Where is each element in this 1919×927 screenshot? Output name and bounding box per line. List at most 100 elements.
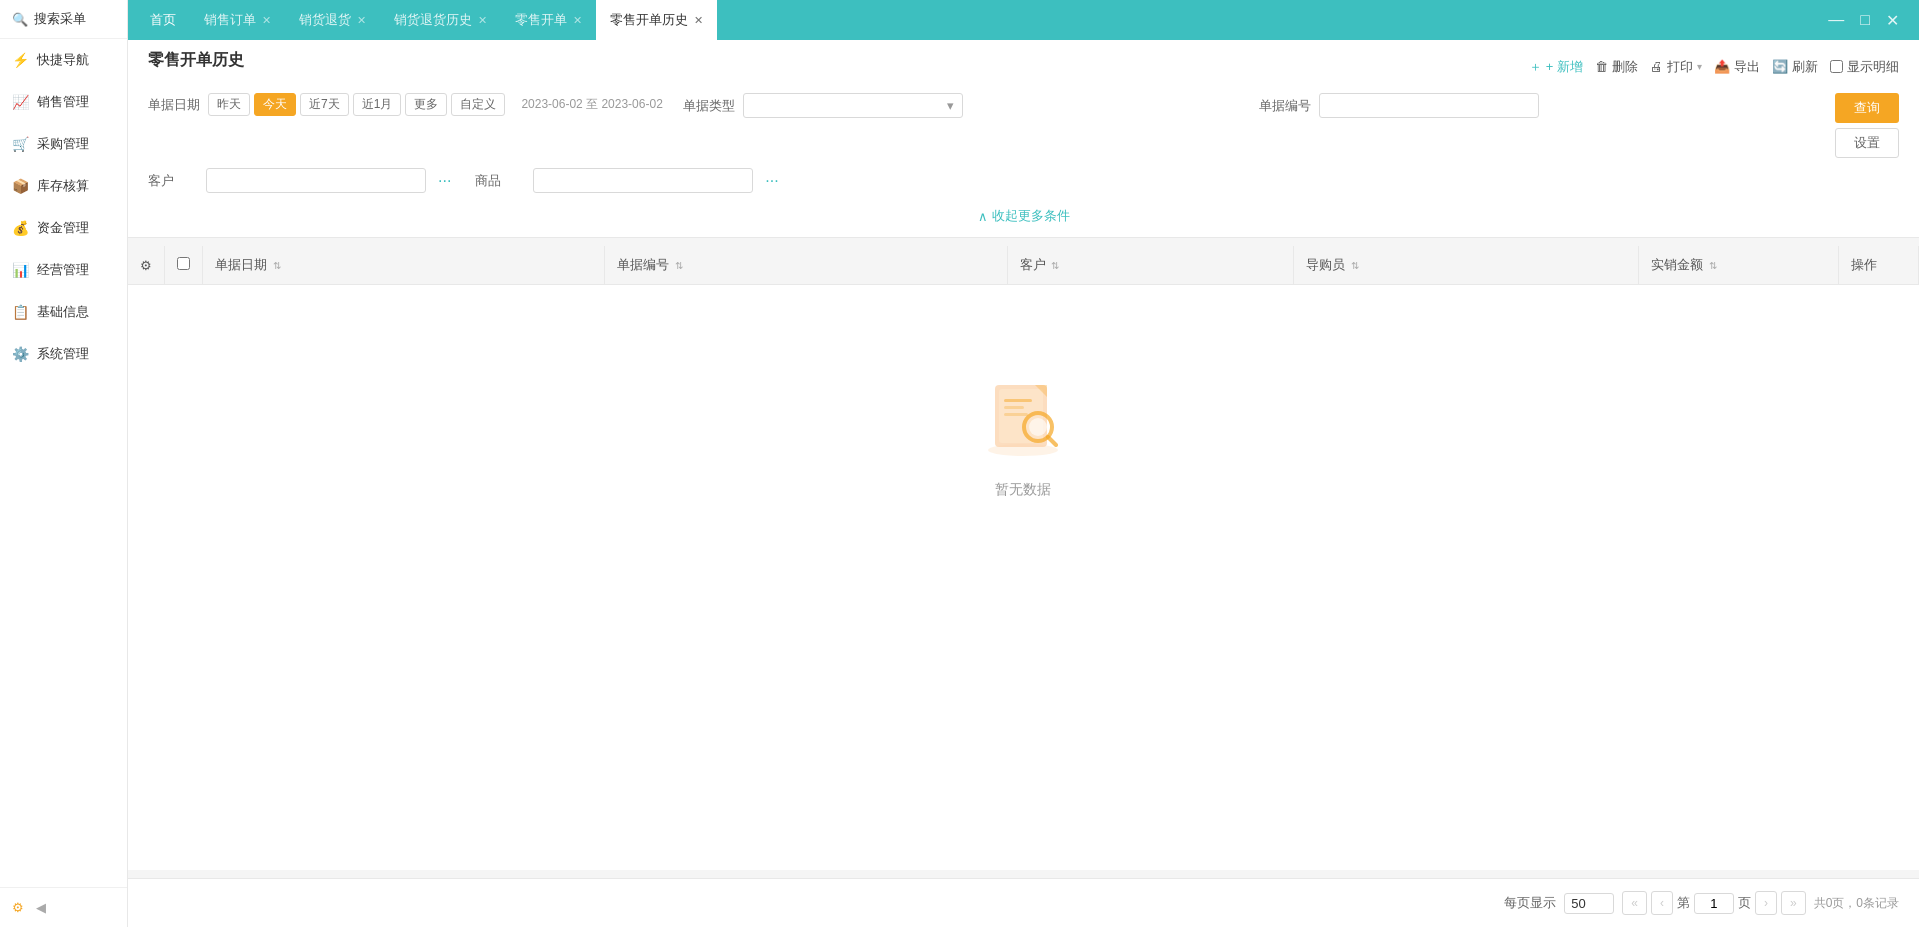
retail-history-tab-label: 零售开单历史 (610, 11, 688, 29)
close-sales-return-history-icon[interactable]: ✕ (478, 14, 487, 27)
filter-goods-input[interactable] (533, 168, 753, 193)
per-page-select[interactable]: 50 10 20 100 (1564, 893, 1614, 914)
first-page-button[interactable]: « (1622, 891, 1647, 915)
current-page-input[interactable] (1694, 893, 1734, 914)
query-button[interactable]: 查询 (1835, 93, 1899, 123)
filter-date-item: 单据日期 昨天 今天 近7天 近1月 更多 自定义 2023-06-02 至 2… (148, 93, 663, 116)
sales-order-tab-label: 销售订单 (204, 11, 256, 29)
close-sales-return-icon[interactable]: ✕ (357, 14, 366, 27)
sidebar-item-system[interactable]: ⚙️ 系统管理 (0, 333, 127, 375)
tab-sales-order[interactable]: 销售订单 ✕ (190, 0, 285, 40)
tab-sales-return-history[interactable]: 销货退货历史 ✕ (380, 0, 501, 40)
sidebar: 🔍 搜索采单 ⚡ 快捷导航 📈 销售管理 🛒 采购管理 📦 库存核算 💰 资金管… (0, 0, 128, 927)
refresh-button[interactable]: 🔄 刷新 (1772, 58, 1818, 76)
window-maximize-icon[interactable]: □ (1856, 7, 1874, 33)
th-customer[interactable]: 客户 ⇅ (1007, 246, 1294, 285)
export-button[interactable]: 📤 导出 (1714, 58, 1760, 76)
page-prefix-label: 第 (1677, 894, 1690, 912)
goods-picker-icon[interactable]: ··· (761, 172, 782, 190)
th-doc-no-label: 单据编号 (617, 257, 669, 272)
th-doc-date-label: 单据日期 (215, 257, 267, 272)
prev-page-button[interactable]: ‹ (1651, 891, 1673, 915)
date-btn-7days[interactable]: 近7天 (300, 93, 349, 116)
th-action-label: 操作 (1851, 257, 1877, 272)
tab-home[interactable]: 首页 (136, 0, 190, 40)
topbar-right: — □ ✕ (1824, 7, 1911, 34)
svg-rect-5 (1004, 413, 1028, 416)
date-btn-today[interactable]: 今天 (254, 93, 296, 116)
filter-doc-no-item: 单据编号 (1259, 93, 1815, 118)
sidebar-item-inventory[interactable]: 📦 库存核算 (0, 165, 127, 207)
refresh-icon: 🔄 (1772, 59, 1788, 74)
th-doc-date[interactable]: 单据日期 ⇅ (203, 246, 605, 285)
show-detail-label: 显示明细 (1847, 58, 1899, 76)
retail-open-tab-label: 零售开单 (515, 11, 567, 29)
collapse-icon[interactable]: ◀ (36, 900, 46, 915)
filter-customer-item: 客户 ··· (148, 168, 455, 193)
tab-retail-open[interactable]: 零售开单 ✕ (501, 0, 596, 40)
collapse-filter-button[interactable]: ∧ 收起更多条件 (974, 203, 1074, 229)
next-page-button[interactable]: › (1755, 891, 1777, 915)
show-detail-checkbox-label[interactable]: 显示明细 (1830, 58, 1899, 76)
doc-date-sort-icon: ⇅ (273, 260, 281, 271)
sidebar-item-operations[interactable]: 📊 经营管理 (0, 249, 127, 291)
sidebar-item-purchase-mgmt[interactable]: 🛒 采购管理 (0, 123, 127, 165)
tab-retail-history[interactable]: 零售开单历史 ✕ (596, 0, 717, 40)
th-checkbox[interactable] (165, 246, 203, 285)
print-button[interactable]: 🖨 打印 ▾ (1650, 58, 1702, 76)
sidebar-item-sales-mgmt[interactable]: 📈 销售管理 (0, 81, 127, 123)
select-all-checkbox[interactable] (177, 257, 190, 270)
sidebar-item-finance[interactable]: 💰 资金管理 (0, 207, 127, 249)
empty-text: 暂无数据 (995, 481, 1051, 499)
filter-area: 单据日期 昨天 今天 近7天 近1月 更多 自定义 2023-06-02 至 2… (148, 93, 1899, 237)
window-minimize-icon[interactable]: — (1824, 7, 1848, 33)
th-settings[interactable]: ⚙ (128, 246, 165, 285)
close-retail-open-icon[interactable]: ✕ (573, 14, 582, 27)
finance-icon: 💰 (12, 220, 29, 236)
sidebar-item-label: 采购管理 (37, 135, 89, 153)
inventory-icon: 📦 (12, 178, 29, 194)
close-sales-order-icon[interactable]: ✕ (262, 14, 271, 27)
show-detail-checkbox[interactable] (1830, 60, 1843, 73)
close-retail-history-icon[interactable]: ✕ (694, 14, 703, 27)
sidebar-item-basic-info[interactable]: 📋 基础信息 (0, 291, 127, 333)
filter-goods-item: 商品 ··· (475, 168, 782, 193)
filter-doc-type-label: 单据类型 (683, 97, 735, 115)
date-btn-yesterday[interactable]: 昨天 (208, 93, 250, 116)
customer-sort-icon: ⇅ (1051, 260, 1059, 271)
th-guide[interactable]: 导购员 ⇅ (1294, 246, 1639, 285)
print-dropdown-icon: ▾ (1697, 61, 1702, 72)
settings-icon[interactable]: ⚙ (12, 900, 24, 915)
amount-sort-icon: ⇅ (1709, 260, 1717, 271)
add-button[interactable]: ＋ + 新增 (1529, 58, 1583, 76)
th-doc-no[interactable]: 单据编号 ⇅ (605, 246, 1007, 285)
filter-customer-input[interactable] (206, 168, 426, 193)
delete-button[interactable]: 🗑 删除 (1595, 58, 1638, 76)
sidebar-search[interactable]: 🔍 搜索采单 (0, 0, 127, 39)
topbar: 首页 销售订单 ✕ 销货退货 ✕ 销货退货历史 ✕ 零售开单 ✕ 零售开单历史 … (128, 0, 1919, 40)
query-setting-area: 查询 设置 (1835, 93, 1899, 158)
sidebar-bottom: ⚙ ◀ (0, 887, 127, 927)
customer-picker-icon[interactable]: ··· (434, 172, 455, 190)
date-btn-custom[interactable]: 自定义 (451, 93, 505, 116)
tab-sales-return[interactable]: 销货退货 ✕ (285, 0, 380, 40)
column-settings-icon[interactable]: ⚙ (140, 258, 152, 273)
table-container: ⚙ 单据日期 ⇅ 单据编号 ⇅ (128, 246, 1919, 870)
delete-icon: 🗑 (1595, 59, 1608, 74)
filter-goods-label: 商品 (475, 172, 525, 190)
setting-button[interactable]: 设置 (1835, 128, 1899, 158)
window-close-icon[interactable]: ✕ (1882, 7, 1903, 34)
date-btn-more[interactable]: 更多 (405, 93, 447, 116)
last-page-button[interactable]: » (1781, 891, 1806, 915)
per-page-label: 每页显示 (1504, 894, 1556, 912)
date-btn-1month[interactable]: 近1月 (353, 93, 402, 116)
th-customer-label: 客户 (1020, 257, 1046, 272)
search-icon: 🔍 (12, 12, 28, 27)
sidebar-item-quick-nav[interactable]: ⚡ 快捷导航 (0, 39, 127, 81)
filter-doc-type-select[interactable]: ▾ (743, 93, 963, 118)
pagination-total: 共0页，0条记录 (1814, 895, 1899, 912)
filter-doc-no-input[interactable] (1319, 93, 1539, 118)
filter-doc-type-item: 单据类型 ▾ (683, 93, 1239, 118)
th-amount[interactable]: 实销金额 ⇅ (1639, 246, 1839, 285)
table-header-row: ⚙ 单据日期 ⇅ 单据编号 ⇅ (128, 246, 1919, 285)
